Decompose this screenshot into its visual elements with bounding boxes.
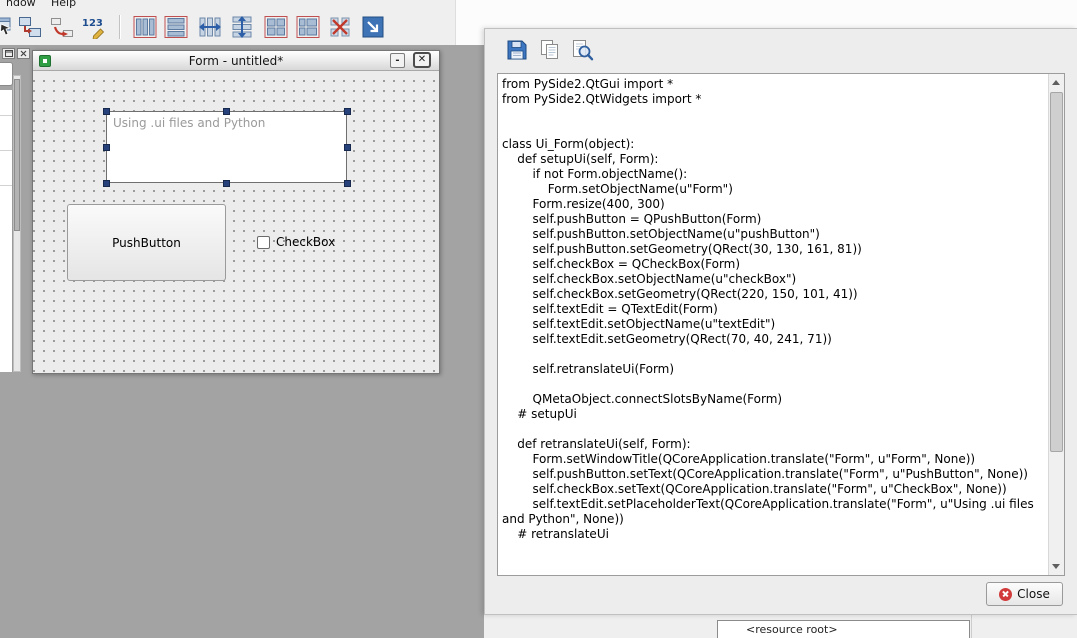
dock-float-button[interactable] bbox=[2, 48, 15, 59]
textedit-widget[interactable]: Using .ui files and Python bbox=[106, 111, 347, 183]
scrollbar-thumb[interactable] bbox=[14, 79, 20, 231]
textedit-placeholder: Using .ui files and Python bbox=[113, 116, 265, 130]
list-separator bbox=[0, 115, 12, 116]
break-layout-icon[interactable] bbox=[328, 15, 352, 39]
menu-item-help[interactable]: Help bbox=[51, 0, 76, 9]
list-separator bbox=[0, 185, 12, 186]
dialog-close-button[interactable]: Close bbox=[986, 582, 1063, 606]
scrollbar-thumb[interactable] bbox=[1050, 92, 1063, 452]
designer-form-icon bbox=[39, 55, 51, 67]
selection-handle-s[interactable] bbox=[223, 180, 230, 187]
qt-designer-screen: ndow Help 123 bbox=[0, 0, 1077, 638]
selection-handle-sw[interactable] bbox=[103, 180, 110, 187]
code-preview-dialog: from PySide2.QtGui import * from PySide2… bbox=[484, 28, 1077, 615]
menu-item-window-clipped[interactable]: ndow bbox=[6, 0, 36, 9]
selection-handle-ne[interactable] bbox=[344, 108, 351, 115]
edit-buddies-icon[interactable] bbox=[50, 15, 74, 39]
mdi-area: Form - untitled* - ✕ Using .ui files and… bbox=[0, 45, 484, 638]
menubar: ndow Help bbox=[0, 0, 455, 10]
form-designer-window: Form - untitled* - ✕ Using .ui files and… bbox=[32, 50, 440, 374]
pushbutton-label: PushButton bbox=[112, 236, 181, 250]
toolbar-separator bbox=[119, 15, 120, 39]
layout-form-icon[interactable] bbox=[296, 15, 320, 39]
panel-divider bbox=[971, 615, 972, 638]
edit-widgets-icon[interactable] bbox=[0, 15, 14, 39]
widgetbox-list-edge bbox=[0, 90, 13, 372]
scroll-down-icon[interactable] bbox=[1049, 559, 1064, 575]
layout-horizontal-icon[interactable] bbox=[133, 15, 157, 39]
svg-text:123: 123 bbox=[82, 18, 103, 29]
minimize-icon: - bbox=[395, 56, 399, 66]
window-close-button[interactable]: ✕ bbox=[413, 52, 431, 68]
close-icon: ✕ bbox=[418, 55, 426, 65]
checkbox-label: CheckBox bbox=[276, 235, 335, 249]
scroll-up-icon[interactable] bbox=[1049, 74, 1064, 90]
close-button-label: Close bbox=[1017, 587, 1050, 601]
selection-handle-n[interactable] bbox=[223, 108, 230, 115]
save-icon[interactable] bbox=[505, 38, 529, 62]
selection-handle-w[interactable] bbox=[103, 144, 110, 151]
edit-signals-slots-icon[interactable] bbox=[18, 15, 42, 39]
code-vertical-scrollbar[interactable] bbox=[1048, 74, 1064, 575]
resource-root-item[interactable]: <resource root> bbox=[717, 620, 970, 638]
widgetbox-scrollbar[interactable] bbox=[13, 75, 21, 372]
resource-root-label: <resource root> bbox=[746, 623, 838, 636]
find-icon[interactable] bbox=[570, 38, 594, 62]
widgetbox-filter-input[interactable] bbox=[0, 62, 13, 86]
form-window-title: Form - untitled* bbox=[189, 54, 283, 68]
bottom-panel-strip: <resource root> bbox=[484, 615, 1077, 638]
list-separator bbox=[0, 150, 12, 151]
selection-handle-e[interactable] bbox=[344, 144, 351, 151]
layout-vertical-icon[interactable] bbox=[164, 15, 188, 39]
layout-grid-icon[interactable] bbox=[264, 15, 288, 39]
copy-icon[interactable] bbox=[538, 38, 562, 62]
form-window-titlebar[interactable]: Form - untitled* - ✕ bbox=[33, 51, 439, 71]
layout-horizontal-splitter-icon[interactable] bbox=[198, 15, 222, 39]
close-circle-icon bbox=[999, 588, 1012, 601]
selection-handle-nw[interactable] bbox=[103, 108, 110, 115]
pushbutton-widget[interactable]: PushButton bbox=[67, 204, 226, 281]
edit-tab-order-icon[interactable]: 123 bbox=[81, 15, 105, 39]
code-text: from PySide2.QtGui import * from PySide2… bbox=[502, 77, 1046, 572]
close-icon bbox=[20, 50, 27, 57]
adjust-size-icon[interactable] bbox=[361, 15, 385, 39]
form-canvas[interactable]: Using .ui files and Python PushButton Ch… bbox=[33, 72, 439, 373]
minimize-button[interactable]: - bbox=[390, 53, 405, 68]
checkbox-indicator[interactable] bbox=[257, 236, 270, 249]
float-icon bbox=[5, 50, 13, 57]
layout-vertical-splitter-icon[interactable] bbox=[230, 15, 254, 39]
selection-handle-se[interactable] bbox=[344, 180, 351, 187]
code-view[interactable]: from PySide2.QtGui import * from PySide2… bbox=[497, 73, 1065, 576]
dock-close-button[interactable] bbox=[17, 48, 30, 59]
main-toolbar: 123 bbox=[0, 10, 455, 45]
